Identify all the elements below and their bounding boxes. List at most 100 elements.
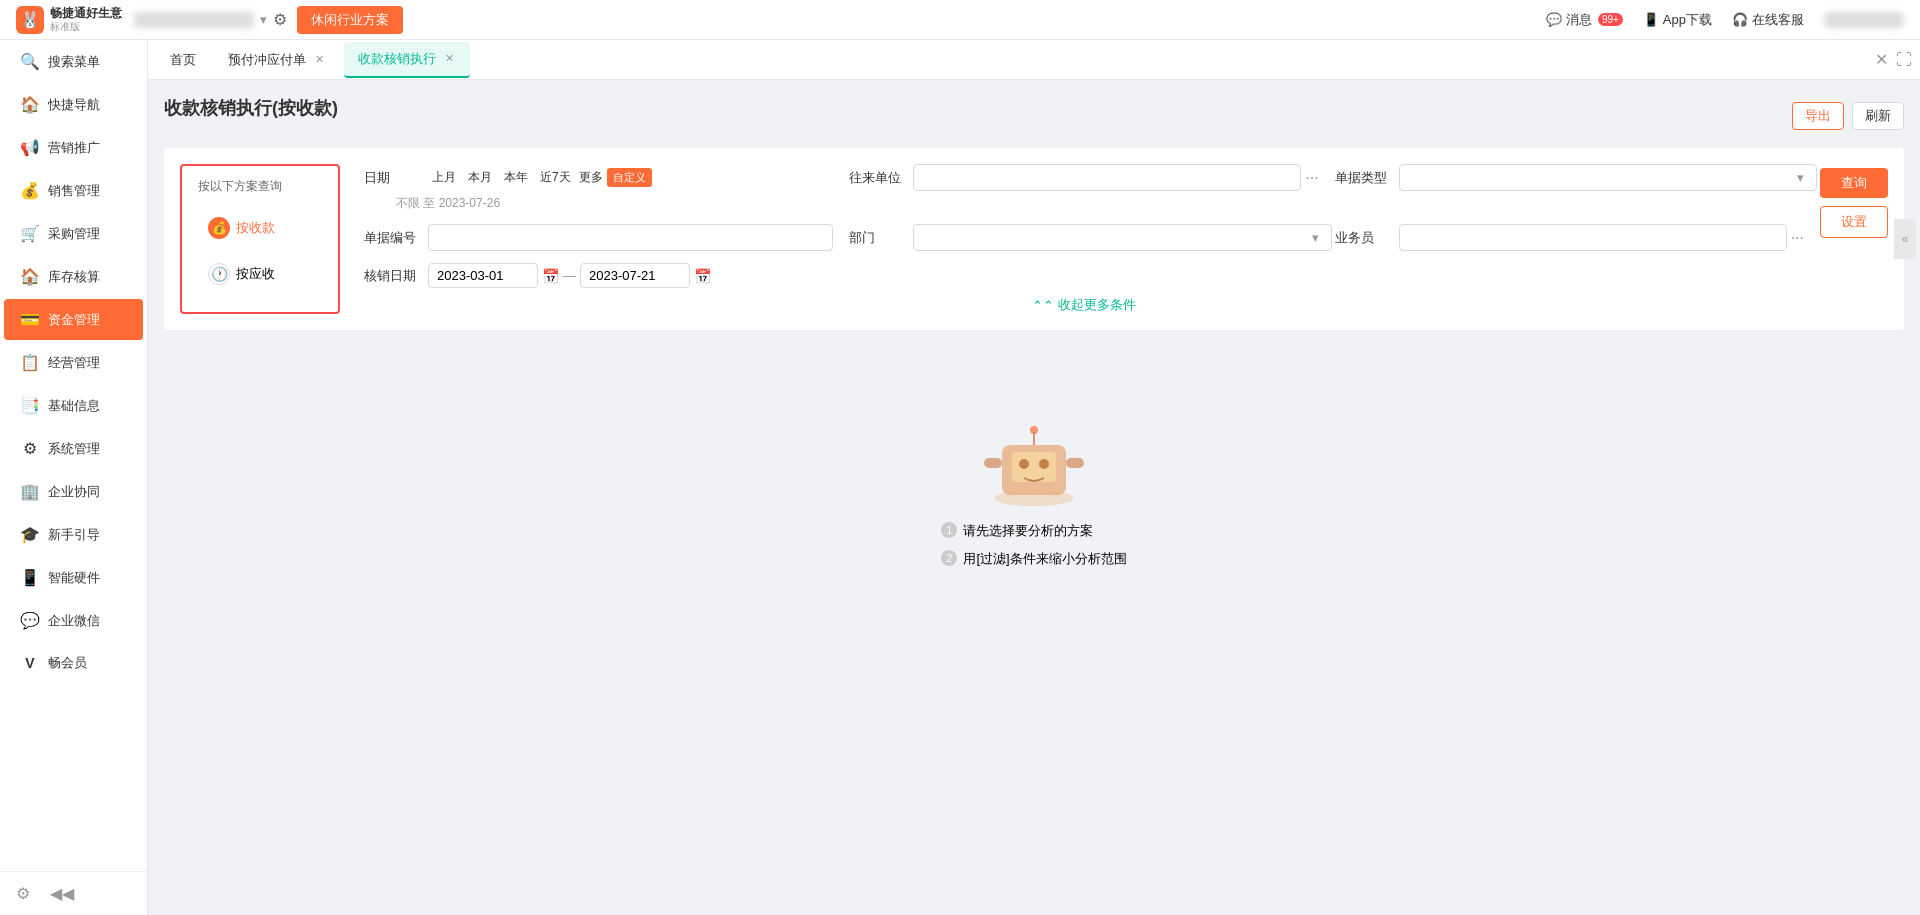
guide-icon: 🎓: [20, 525, 40, 544]
tab-receipt[interactable]: 收款核销执行 ✕: [344, 42, 470, 78]
empty-step-2: 2 用[过滤]条件来缩小分析范围: [941, 550, 1126, 568]
system-icon: ⚙: [20, 439, 40, 458]
date-no-limit-label: 不限 至: [396, 196, 439, 210]
sidebar-label-guide: 新手引导: [48, 526, 100, 544]
tab-receipt-close-icon[interactable]: ✕: [442, 52, 456, 66]
sidebar-item-enterprise[interactable]: 🏢 企业协同: [4, 471, 143, 512]
verification-from-input[interactable]: [428, 263, 538, 288]
sidebar-item-hardware[interactable]: 📱 智能硬件: [4, 557, 143, 598]
sidebar-label-quick: 快捷导航: [48, 96, 100, 114]
svg-rect-2: [1012, 452, 1056, 482]
app-download-button[interactable]: 📱 App下载: [1643, 11, 1712, 29]
export-button[interactable]: 导出: [1792, 102, 1844, 130]
tab-fullscreen-icon[interactable]: ⛶: [1896, 51, 1912, 69]
empty-steps: 1 请先选择要分析的方案 2 用[过滤]条件来缩小分析范围: [941, 522, 1126, 572]
query-button[interactable]: 查询: [1820, 168, 1888, 198]
calendar-from-icon[interactable]: 📅: [542, 268, 559, 284]
sidebar-label-enterprise: 企业协同: [48, 483, 100, 501]
svg-rect-8: [1066, 458, 1084, 468]
by-receivable-label: 按应收: [236, 265, 275, 283]
settings-gear-icon[interactable]: ⚙: [273, 10, 287, 29]
main-content: 首页 预付冲应付单 ✕ 收款核销执行 ✕ ✕ ⛶ 收款核销执行(按收款) 导出: [148, 40, 1920, 915]
dropdown-arrow-icon[interactable]: ▾: [260, 12, 267, 27]
sidebar-item-wechat[interactable]: 💬 企业微信: [4, 600, 143, 641]
sidebar-item-system[interactable]: ⚙ 系统管理: [4, 428, 143, 469]
tab-close-all-icon[interactable]: ✕: [1875, 50, 1888, 69]
search-icon: 🔍: [20, 52, 40, 71]
online-service-button[interactable]: 🎧 在线客服: [1732, 11, 1804, 29]
filter-fields: 日期 上月 本月 本年 近7天 更多 自定义: [340, 164, 1804, 314]
sidebar-label-sales: 销售管理: [48, 182, 100, 200]
sidebar-item-purchase[interactable]: 🛒 采购管理: [4, 213, 143, 254]
counterparty-input[interactable]: [913, 164, 1301, 191]
counterparty-more-icon[interactable]: ···: [1305, 169, 1318, 187]
member-icon: V: [20, 655, 40, 671]
message-badge: 99+: [1598, 13, 1623, 26]
date-this-year[interactable]: 本年: [500, 167, 532, 188]
filter-option-by-receivable[interactable]: 🕐 按应收: [198, 257, 322, 291]
message-label: 消息: [1566, 11, 1592, 29]
solution-button[interactable]: 休闲行业方案: [297, 6, 403, 34]
filter-date-row: 日期 上月 本月 本年 近7天 更多 自定义: [364, 164, 833, 191]
salesperson-more-icon[interactable]: ···: [1791, 229, 1804, 247]
sidebar-label-basic: 基础信息: [48, 397, 100, 415]
sidebar-item-guide[interactable]: 🎓 新手引导: [4, 514, 143, 555]
sidebar-item-inventory[interactable]: 🏠 库存核算: [4, 256, 143, 297]
sidebar-item-quick[interactable]: 🏠 快捷导航: [4, 84, 143, 125]
sidebar-item-sales[interactable]: 💰 销售管理: [4, 170, 143, 211]
collapse-sidebar-icon[interactable]: ◀◀: [50, 884, 74, 903]
filter-salesperson-row: 业务员 ···: [1335, 224, 1804, 251]
date-custom-btn[interactable]: 自定义: [607, 168, 652, 187]
top-bar: 🐰 畅捷通好生意 标准版 ▾ ⚙ 休闲行业方案 💬 消息 99+ 📱 App下载…: [0, 0, 1920, 40]
setting-button[interactable]: 设置: [1820, 206, 1888, 238]
filter-options-panel: 按以下方案查询 💰 按收款 🕐 按应收: [180, 164, 340, 314]
department-select[interactable]: [913, 224, 1331, 251]
online-service-label: 在线客服: [1752, 11, 1804, 29]
tab-prepay-label: 预付冲应付单: [228, 51, 306, 69]
doctype-select[interactable]: [1399, 164, 1817, 191]
layout: 🔍 搜索菜单 🏠 快捷导航 📢 营销推广 💰 销售管理 🛒 采购管理 🏠 库存核…: [0, 40, 1920, 915]
date-7days[interactable]: 近7天: [536, 167, 575, 188]
date-label: 日期: [364, 169, 420, 187]
salesperson-label: 业务员: [1335, 229, 1391, 247]
sidebar-item-marketing[interactable]: 📢 营销推广: [4, 127, 143, 168]
sidebar-item-member[interactable]: V 畅会员: [4, 643, 143, 683]
download-icon: 📱: [1643, 12, 1659, 27]
wechat-icon: 💬: [20, 611, 40, 630]
date-more[interactable]: 更多: [579, 169, 603, 186]
tab-receipt-label: 收款核销执行: [358, 50, 436, 68]
sidebar-label-wechat: 企业微信: [48, 612, 100, 630]
tab-prepay-close-icon[interactable]: ✕: [312, 53, 326, 67]
sidebar: 🔍 搜索菜单 🏠 快捷导航 📢 营销推广 💰 销售管理 🛒 采购管理 🏠 库存核…: [0, 40, 148, 915]
tab-home[interactable]: 首页: [156, 43, 210, 77]
sidebar-item-management[interactable]: 📋 经营管理: [4, 342, 143, 383]
counterparty-label: 往来单位: [849, 169, 905, 187]
message-button[interactable]: 💬 消息 99+: [1546, 11, 1623, 29]
sidebar-item-search[interactable]: 🔍 搜索菜单: [4, 41, 143, 82]
tab-prepay[interactable]: 预付冲应付单 ✕: [214, 43, 340, 77]
filter-collapse-button[interactable]: «: [1894, 219, 1916, 259]
sidebar-label-hardware: 智能硬件: [48, 569, 100, 587]
date-last-month[interactable]: 上月: [428, 167, 460, 188]
calendar-to-icon[interactable]: 📅: [694, 268, 711, 284]
filter-option-by-receipt[interactable]: 💰 按收款: [198, 211, 322, 245]
logo-icon: 🐰: [16, 6, 44, 34]
sidebar-item-capital[interactable]: 💳 资金管理: [4, 299, 143, 340]
refresh-button[interactable]: 刷新: [1852, 102, 1904, 130]
date-this-month[interactable]: 本月: [464, 167, 496, 188]
sidebar-item-basic[interactable]: 📑 基础信息: [4, 385, 143, 426]
docno-input[interactable]: [428, 224, 833, 251]
page-title: 收款核销执行(按收款): [164, 96, 338, 120]
empty-state: 1 请先选择要分析的方案 2 用[过滤]条件来缩小分析范围: [164, 410, 1904, 572]
salesperson-input[interactable]: [1399, 224, 1787, 251]
sidebar-label-search: 搜索菜单: [48, 53, 100, 71]
settings-bottom-icon[interactable]: ⚙: [16, 884, 30, 903]
verification-to-input[interactable]: [580, 263, 690, 288]
date-range-dash: —: [563, 268, 576, 283]
sidebar-label-capital: 资金管理: [48, 311, 100, 329]
enterprise-icon: 🏢: [20, 482, 40, 501]
collapse-more-button[interactable]: ⌃⌃ 收起更多条件: [1032, 296, 1136, 314]
tab-bar: 首页 预付冲应付单 ✕ 收款核销执行 ✕ ✕ ⛶: [148, 40, 1920, 80]
filter-doctype-row: 单据类型 ▾: [1335, 164, 1804, 191]
sidebar-label-purchase: 采购管理: [48, 225, 100, 243]
